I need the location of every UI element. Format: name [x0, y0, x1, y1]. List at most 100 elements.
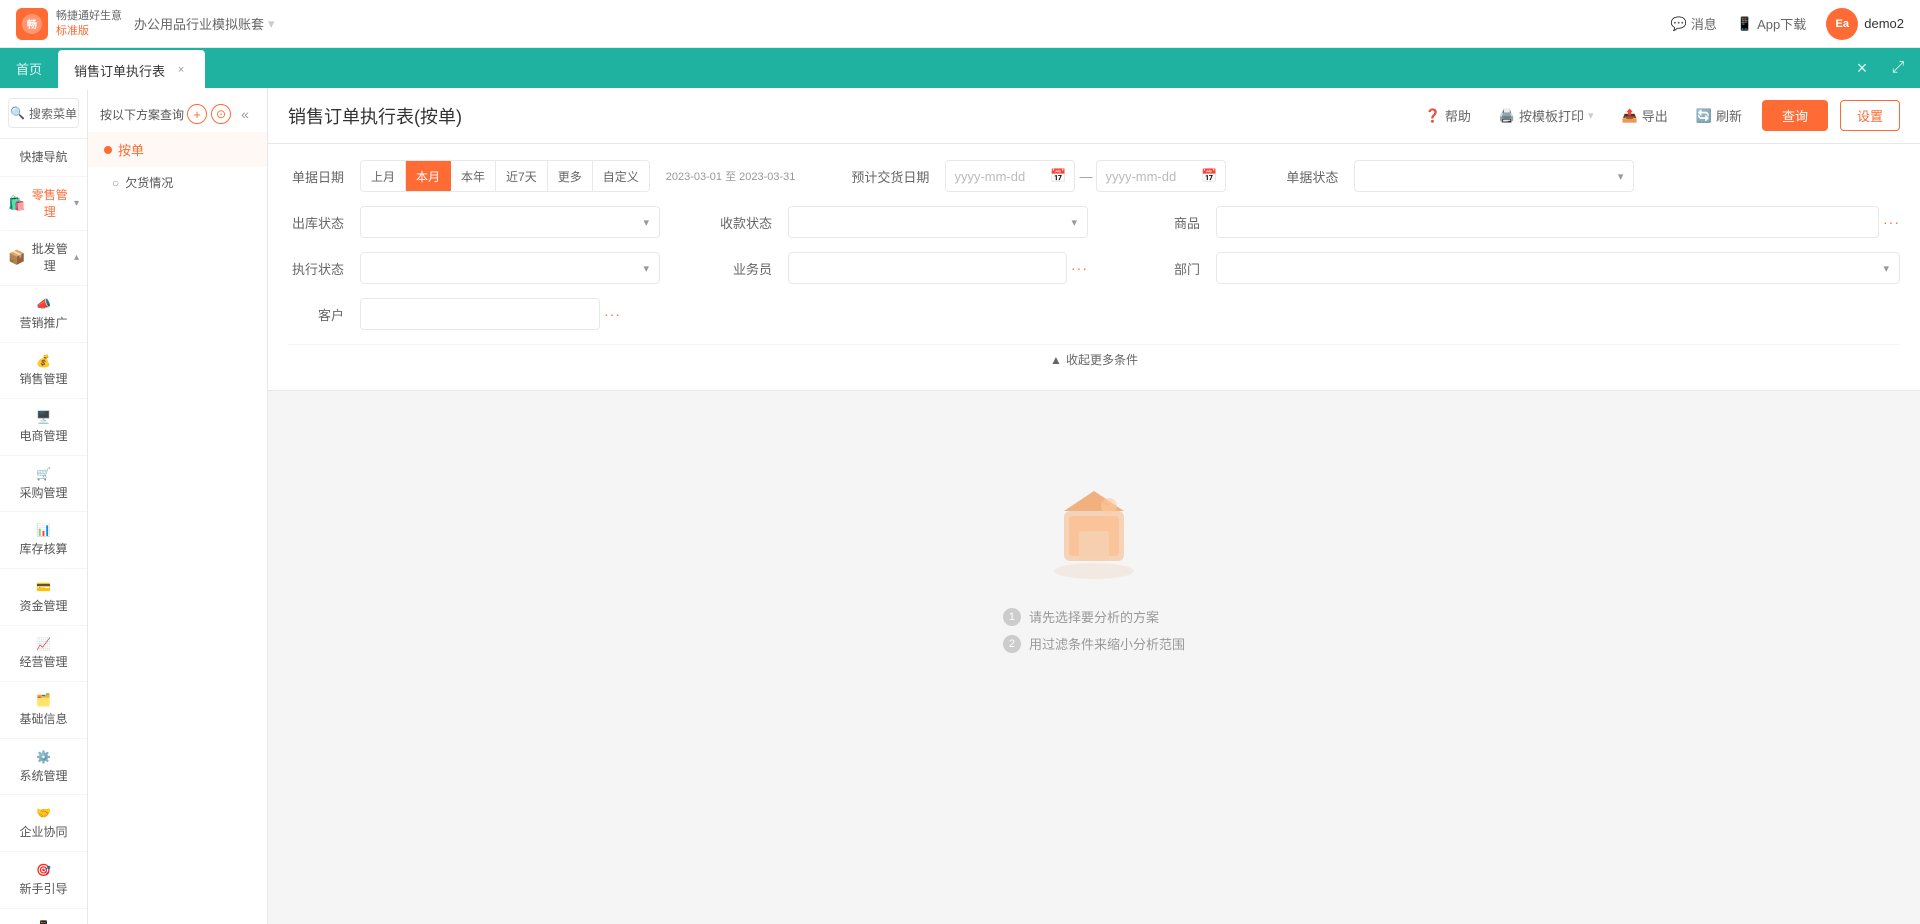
- collapse-button[interactable]: ▲ 收起更多条件: [288, 344, 1900, 374]
- plan-item-按单[interactable]: 按单: [88, 132, 267, 167]
- exec-status-chevron: ▾: [643, 262, 649, 275]
- customer-input[interactable]: [360, 298, 600, 330]
- date-tab-more[interactable]: 更多: [548, 161, 593, 191]
- search-button[interactable]: 查询: [1762, 100, 1828, 131]
- date-tab-7days[interactable]: 近7天: [496, 161, 548, 191]
- calendar-icon-2: 📅: [1201, 168, 1217, 184]
- page-header: 销售订单执行表(按单) ❓ 帮助 🖨️ 按模板打印 ▾ 📤 导出: [268, 88, 1920, 144]
- message-button[interactable]: 💬 消息: [1671, 14, 1717, 33]
- expected-date-end[interactable]: yyyy-mm-dd 📅: [1096, 160, 1226, 192]
- retail-icon: 🛍️: [8, 194, 25, 214]
- copy-plan-button[interactable]: ⊙: [211, 104, 231, 124]
- breadcrumb-chevron: ▾: [268, 16, 275, 32]
- salesman-dots-button[interactable]: ···: [1071, 260, 1088, 276]
- sidebar-item-sales[interactable]: 💰 销售管理: [0, 343, 87, 400]
- calendar-icon-1: 📅: [1050, 168, 1066, 184]
- sidebar-item-appstore[interactable]: 📱 应用中心: [0, 909, 87, 924]
- sidebar-item-ecommerce[interactable]: 🖥️ 电商管理: [0, 399, 87, 456]
- sidebar-item-retail[interactable]: 🛍️ 零售管理 ▾: [0, 177, 87, 232]
- customer-dots-button[interactable]: ···: [604, 306, 621, 322]
- status-chevron: ▾: [1618, 170, 1624, 183]
- print-icon: 🖨️: [1499, 108, 1515, 124]
- logo-text: 畅捷通好生意 标准版: [56, 9, 122, 38]
- tab-home[interactable]: 首页: [0, 48, 58, 88]
- app-download-button[interactable]: 📱 App下载: [1737, 14, 1806, 33]
- sidebar-item-finance[interactable]: 💳 资金管理: [0, 569, 87, 626]
- tab-active[interactable]: 销售订单执行表 ×: [58, 50, 205, 90]
- wholesale-icon: 📦: [8, 248, 25, 268]
- svg-text:畅: 畅: [27, 18, 37, 31]
- sidebar-item-basic[interactable]: 🗂️ 基础信息: [0, 682, 87, 739]
- dept-label: 部门: [1144, 259, 1200, 278]
- system-icon: ⚙️: [36, 749, 51, 766]
- date-tab-last-month[interactable]: 上月: [361, 161, 406, 191]
- exec-status-select[interactable]: ▾: [360, 252, 660, 284]
- logo-area: 畅 畅捷通好生意 标准版: [16, 8, 122, 40]
- empty-tip-2: 2 用过滤条件来缩小分析范围: [1003, 634, 1185, 653]
- dept-select[interactable]: ▾: [1216, 252, 1900, 284]
- settings-button[interactable]: 设置: [1840, 100, 1900, 131]
- search-icon: 🔍: [10, 106, 25, 120]
- status-select[interactable]: ▾: [1354, 160, 1634, 192]
- left-panel: 按以下方案查询 + ⊙ « 按单 ○: [88, 88, 268, 924]
- avatar: Ea: [1826, 8, 1858, 40]
- sidebar-item-enterprise[interactable]: 🤝 企业协同: [0, 795, 87, 852]
- sidebar-item-operation[interactable]: 📈 经营管理: [0, 626, 87, 683]
- date-hint: 2023-03-01 至 2023-03-31: [666, 168, 796, 184]
- collect-status-select[interactable]: ▾: [788, 206, 1088, 238]
- sidebar-item-purchase[interactable]: 🛒 采购管理: [0, 456, 87, 513]
- salesman-input[interactable]: [788, 252, 1067, 284]
- tab-maximize-icon[interactable]: ⤢: [1884, 54, 1912, 82]
- sidebar-item-newbie[interactable]: 🎯 新手引导: [0, 852, 87, 909]
- date-tabs: 上月 本月 本年 近7天 更多: [360, 160, 650, 192]
- customer-label: 客户: [288, 305, 344, 324]
- out-status-select[interactable]: ▾: [360, 206, 660, 238]
- sales-icon: 💰: [36, 353, 51, 370]
- tab-bar: 首页 销售订单执行表 × × ⤢: [0, 48, 1920, 88]
- copy-icon: ⊙: [216, 107, 226, 121]
- active-dot: [104, 146, 112, 154]
- empty-state: 1 请先选择要分析的方案 2 用过滤条件来缩小分析范围: [268, 391, 1920, 733]
- tab-close-icon[interactable]: ×: [173, 62, 189, 78]
- expected-date-label: 预计交货日期: [851, 167, 929, 186]
- add-plan-button[interactable]: +: [187, 104, 207, 124]
- enterprise-icon: 🤝: [36, 805, 51, 822]
- marketing-icon: 📣: [36, 296, 51, 313]
- print-button[interactable]: 🖨️ 按模板打印 ▾: [1491, 102, 1602, 129]
- breadcrumb[interactable]: 办公用品行业模拟账套 ▾: [134, 14, 275, 33]
- sidebar-item-system[interactable]: ⚙️ 系统管理: [0, 739, 87, 796]
- salesman-label: 业务员: [716, 259, 772, 278]
- finance-icon: 💳: [36, 579, 51, 596]
- help-button[interactable]: ❓ 帮助: [1417, 102, 1479, 129]
- goods-dots-button[interactable]: ···: [1883, 214, 1900, 230]
- sidebar-search-area: 🔍 搜索菜单: [0, 88, 87, 139]
- operation-icon: 📈: [36, 636, 51, 653]
- date-label: 单据日期: [288, 167, 344, 186]
- download-icon: 📱: [1737, 16, 1753, 32]
- page-title: 销售订单执行表(按单): [288, 103, 462, 129]
- plan-subitem-欠货情况[interactable]: ○ 欠货情况: [88, 167, 267, 198]
- expected-date-start[interactable]: yyyy-mm-dd 📅: [945, 160, 1075, 192]
- filter-section: 单据日期 上月 本月 本年 近7天: [268, 144, 1920, 391]
- date-tab-current-year[interactable]: 本年: [451, 161, 496, 191]
- date-tab-current-month[interactable]: 本月: [406, 161, 451, 191]
- export-button[interactable]: 📤 导出: [1614, 102, 1676, 129]
- user-area[interactable]: Ea demo2: [1826, 8, 1904, 40]
- search-menu-button[interactable]: 🔍 搜索菜单: [8, 98, 79, 128]
- goods-input[interactable]: [1216, 206, 1879, 238]
- help-icon: ❓: [1425, 108, 1441, 124]
- sidebar: 🔍 搜索菜单 快捷导航 🛍️ 零售管理 ▾ 📦 批发管理 ▴ 📣 营销推广 💰 …: [0, 88, 88, 924]
- tab-close-window-icon[interactable]: ×: [1848, 54, 1876, 82]
- filter-row-3: 执行状态 ▾ 业务员 ··· 部门 ▾: [288, 252, 1900, 284]
- refresh-button[interactable]: 🔄 刷新: [1688, 102, 1750, 129]
- empty-illustration: [1034, 471, 1154, 591]
- filter-row-2: 出库状态 ▾ 收款状态 ▾ 商品 ···: [288, 206, 1900, 238]
- sidebar-item-marketing[interactable]: 📣 营销推广: [0, 286, 87, 343]
- sidebar-item-wholesale[interactable]: 📦 批发管理 ▴: [0, 231, 87, 286]
- date-tab-custom[interactable]: 自定义: [593, 161, 649, 191]
- expand-icon2: ▴: [74, 251, 79, 265]
- sidebar-quick-nav[interactable]: 快捷导航: [0, 139, 87, 177]
- header-right: 💬 消息 📱 App下载 Ea demo2: [1671, 8, 1904, 40]
- sidebar-item-inventory[interactable]: 📊 库存核算: [0, 512, 87, 569]
- collapse-panel-button[interactable]: «: [235, 104, 255, 124]
